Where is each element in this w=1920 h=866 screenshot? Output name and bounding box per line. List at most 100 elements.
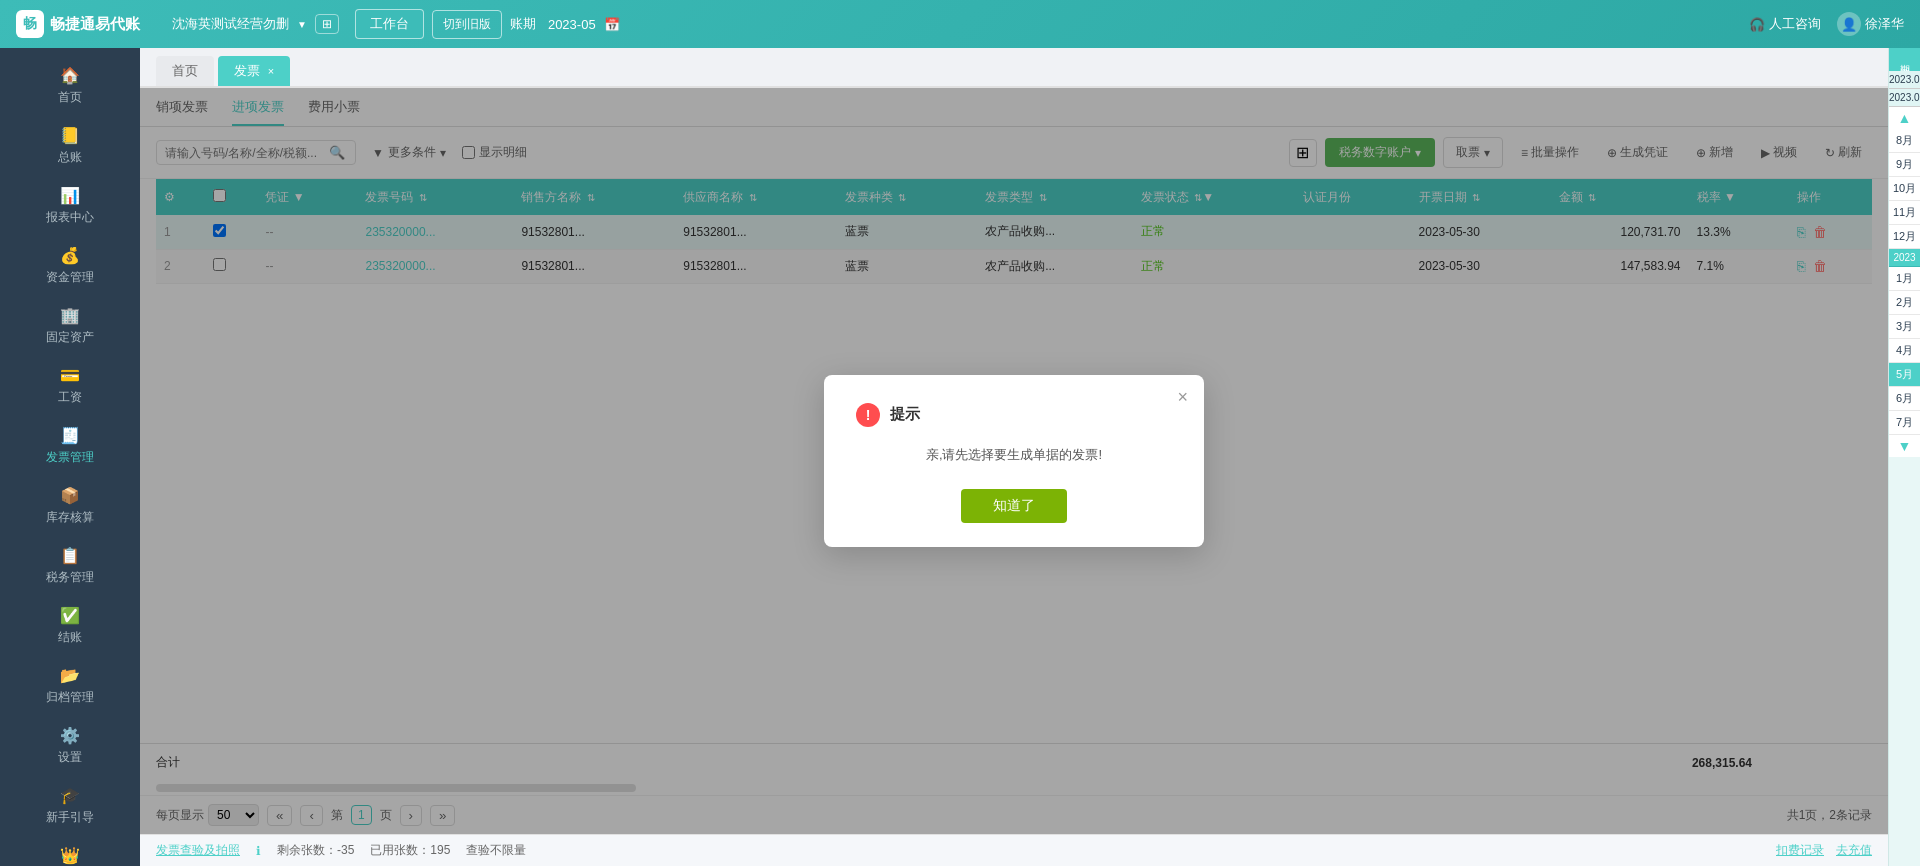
sidebar-item-label: 新手引导 (46, 809, 94, 826)
sidebar-item-label: 总账 (58, 149, 82, 166)
used-label: 已用张数：195 (370, 842, 450, 859)
sidebar-item-label: 工资 (58, 389, 82, 406)
sidebar-item-settle[interactable]: ✅ 结账 (0, 596, 140, 656)
panel-down-arrow[interactable]: ▼ (1889, 435, 1920, 457)
logout-link[interactable]: 去充值 (1836, 842, 1872, 859)
sidebar-item-label: 设置 (58, 749, 82, 766)
warning-icon: ! (856, 403, 880, 427)
company-name: 沈海英测试经营勿删 (172, 15, 289, 33)
sidebar-item-reports[interactable]: 📊 报表中心 (0, 176, 140, 236)
main-layout: 🏠 首页 📒 总账 📊 报表中心 💰 资金管理 🏢 固定资产 💳 工资 🧾 发票… (0, 48, 1920, 866)
alert-dialog: × ! 提示 亲,请先选择要生成单据的发票! 知道了 (824, 375, 1204, 548)
sidebar-item-funds[interactable]: 💰 资金管理 (0, 236, 140, 296)
sidebar-item-label: 首页 (58, 89, 82, 106)
sidebar-item-member[interactable]: 👑 畅会员 (0, 836, 140, 866)
sidebar-item-label: 发票管理 (46, 449, 94, 466)
reports-icon: 📊 (60, 186, 80, 205)
info-icon: ℹ (256, 844, 261, 858)
sidebar-item-salary[interactable]: 💳 工资 (0, 356, 140, 416)
inventory-icon: 📦 (60, 486, 80, 505)
service-button[interactable]: 🎧 人工咨询 (1749, 15, 1821, 33)
remaining-label: 剩余张数：-35 (277, 842, 354, 859)
switch-old-button[interactable]: 切到旧版 (432, 10, 502, 39)
check-label: 查验不限量 (466, 842, 526, 859)
dialog-close-button[interactable]: × (1177, 387, 1188, 408)
period-value: 2023-05 (548, 17, 596, 32)
period-month-7[interactable]: 7月 (1889, 411, 1920, 435)
tax-icon: 📋 (60, 546, 80, 565)
sidebar: 🏠 首页 📒 总账 📊 报表中心 💰 资金管理 🏢 固定资产 💳 工资 🧾 发票… (0, 48, 140, 866)
period-title: 期间选择 (1898, 56, 1912, 64)
sidebar-item-invoice[interactable]: 🧾 发票管理 (0, 416, 140, 476)
sidebar-item-home[interactable]: 🏠 首页 (0, 56, 140, 116)
sidebar-item-label: 资金管理 (46, 269, 94, 286)
ledger-icon: 📒 (60, 126, 80, 145)
archive-icon: 📂 (60, 666, 80, 685)
worktable-button[interactable]: 工作台 (355, 9, 424, 39)
home-icon: 🏠 (60, 66, 80, 85)
company-action-icon[interactable]: ⊞ (315, 14, 339, 34)
tab-home[interactable]: 首页 (156, 56, 214, 86)
sidebar-item-label: 归档管理 (46, 689, 94, 706)
period-selector-header: 期间选择 (1889, 48, 1920, 71)
topbar-actions: 工作台 切到旧版 账期 2023-05 📅 (355, 9, 620, 39)
user-info[interactable]: 👤 徐泽华 (1837, 12, 1904, 36)
login-record-link[interactable]: 扣费记录 (1776, 842, 1824, 859)
sidebar-item-label: 报表中心 (46, 209, 94, 226)
sidebar-item-label: 固定资产 (46, 329, 94, 346)
period-month-11[interactable]: 11月 (1889, 201, 1920, 225)
sidebar-item-label: 库存核算 (46, 509, 94, 526)
sidebar-item-inventory[interactable]: 📦 库存核算 (0, 476, 140, 536)
calendar-icon[interactable]: 📅 (604, 17, 620, 32)
topbar-right: 🎧 人工咨询 👤 徐泽华 (1749, 12, 1904, 36)
sidebar-item-tax[interactable]: 📋 税务管理 (0, 536, 140, 596)
chevron-down-icon[interactable]: ▼ (297, 19, 307, 30)
content-area: 首页 发票 × 销项发票 进项发票 费用小票 🔍 ▼ (140, 48, 1888, 866)
topbar: 畅 畅捷通易代账 沈海英测试经营勿删 ▼ ⊞ 工作台 切到旧版 账期 2023-… (0, 0, 1920, 48)
period-month-12[interactable]: 12月 (1889, 225, 1920, 249)
status-bar-right: 扣费记录 去充值 (1776, 842, 1872, 859)
funds-icon: 💰 (60, 246, 80, 265)
member-icon: 👑 (60, 846, 80, 865)
period-month-2[interactable]: 2月 (1889, 291, 1920, 315)
settings-icon: ⚙️ (60, 726, 80, 745)
dialog-header: ! 提示 (856, 403, 1172, 427)
sidebar-item-archive[interactable]: 📂 归档管理 (0, 656, 140, 716)
company-selector[interactable]: 沈海英测试经营勿删 ▼ ⊞ (172, 14, 339, 34)
period-month-3[interactable]: 3月 (1889, 315, 1920, 339)
logo-icon: 畅 (16, 10, 44, 38)
period-year-2[interactable]: 2023.05 (1889, 89, 1920, 107)
dialog-title: 提示 (890, 405, 920, 424)
assets-icon: 🏢 (60, 306, 80, 325)
app-logo: 畅 畅捷通易代账 (16, 10, 156, 38)
dialog-confirm-button[interactable]: 知道了 (961, 489, 1067, 523)
sidebar-item-ledger[interactable]: 📒 总账 (0, 116, 140, 176)
invoice-icon: 🧾 (60, 426, 80, 445)
tab-invoice[interactable]: 发票 × (218, 56, 290, 86)
settle-icon: ✅ (60, 606, 80, 625)
period-month-8[interactable]: 8月 (1889, 129, 1920, 153)
user-name: 徐泽华 (1865, 15, 1904, 33)
sidebar-item-guide[interactable]: 🎓 新手引导 (0, 776, 140, 836)
sidebar-item-assets[interactable]: 🏢 固定资产 (0, 296, 140, 356)
period-year-current[interactable]: 2023 (1889, 249, 1920, 267)
app-name: 畅捷通易代账 (50, 15, 140, 34)
sidebar-item-settings[interactable]: ⚙️ 设置 (0, 716, 140, 776)
period-month-9[interactable]: 9月 (1889, 153, 1920, 177)
period-month-5[interactable]: 5月 (1889, 363, 1920, 387)
page-content: 销项发票 进项发票 费用小票 🔍 ▼ 更多条件 ▾ 显示明细 (140, 88, 1888, 834)
panel-up-arrow[interactable]: ▲ (1889, 107, 1920, 129)
period-label: 账期 (510, 15, 536, 33)
period-month-6[interactable]: 6月 (1889, 387, 1920, 411)
guide-icon: 🎓 (60, 786, 80, 805)
sidebar-item-label: 结账 (58, 629, 82, 646)
period-year-1[interactable]: 2023.05 (1889, 71, 1920, 89)
dialog-body: 亲,请先选择要生成单据的发票! (856, 445, 1172, 466)
tab-close-icon[interactable]: × (268, 65, 274, 77)
headset-icon: 🎧 (1749, 17, 1765, 32)
invoice-check-link[interactable]: 发票查验及拍照 (156, 842, 240, 859)
period-month-10[interactable]: 10月 (1889, 177, 1920, 201)
dialog-overlay: × ! 提示 亲,请先选择要生成单据的发票! 知道了 (140, 88, 1888, 834)
period-month-1[interactable]: 1月 (1889, 267, 1920, 291)
period-month-4[interactable]: 4月 (1889, 339, 1920, 363)
